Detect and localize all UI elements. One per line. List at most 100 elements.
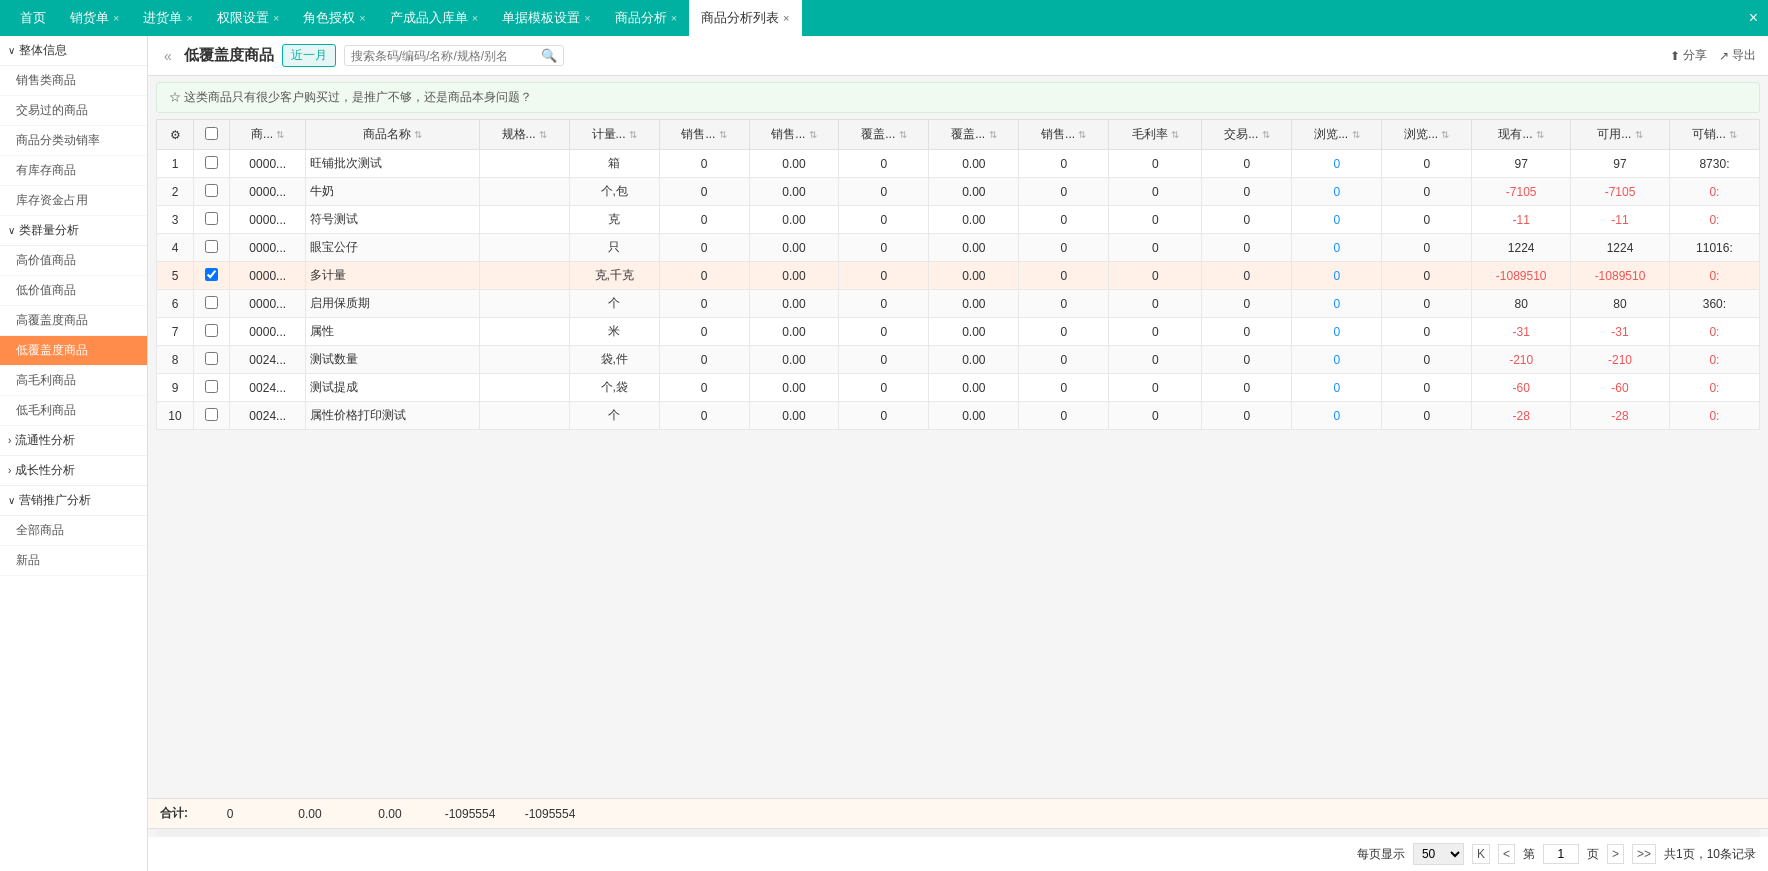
row-checkbox[interactable] xyxy=(194,206,230,234)
th-settings[interactable]: ⚙ xyxy=(157,120,194,150)
row-browse1[interactable]: 0 xyxy=(1292,234,1382,262)
row-cov2: 0.00 xyxy=(929,346,1019,374)
sidebar-section-marketing[interactable]: ∨ 营销推广分析 xyxy=(0,486,147,516)
th-sales-days[interactable]: 销售... ⇅ xyxy=(1019,120,1109,150)
sidebar-item-stock-capital[interactable]: 库存资金占用 xyxy=(0,186,147,216)
row-browse1[interactable]: 0 xyxy=(1292,206,1382,234)
th-name[interactable]: 商品名称 ⇅ xyxy=(306,120,480,150)
sidebar-item-traded-goods[interactable]: 交易过的商品 xyxy=(0,96,147,126)
sidebar-item-stock-goods[interactable]: 有库存商品 xyxy=(0,156,147,186)
sidebar-item-sales-goods[interactable]: 销售类商品 xyxy=(0,66,147,96)
th-trade[interactable]: 交易... ⇅ xyxy=(1202,120,1292,150)
prev-page-btn[interactable]: < xyxy=(1498,844,1515,864)
sidebar-section-growth[interactable]: › 成长性分析 xyxy=(0,456,147,486)
th-sales-qty[interactable]: 销售... ⇅ xyxy=(659,120,749,150)
nav-tab-template[interactable]: 单据模板设置 × xyxy=(490,0,602,36)
table-container[interactable]: ⚙ 商... ⇅ 商品名称 ⇅ 规格... ⇅ 计量... ⇅ 销售... ⇅ … xyxy=(148,119,1768,798)
close-permissions-tab[interactable]: × xyxy=(273,12,279,24)
th-checkbox[interactable] xyxy=(194,120,230,150)
row-checkbox[interactable] xyxy=(194,262,230,290)
row-checkbox[interactable] xyxy=(194,290,230,318)
period-button[interactable]: 近一月 xyxy=(282,44,336,67)
row-browse1[interactable]: 0 xyxy=(1292,178,1382,206)
nav-tab-analysis-list[interactable]: 商品分析列表 × xyxy=(689,0,801,36)
th-available[interactable]: 可用... ⇅ xyxy=(1571,120,1670,150)
row-checkbox[interactable] xyxy=(194,318,230,346)
row-browse1[interactable]: 0 xyxy=(1292,290,1382,318)
page-size-select[interactable]: 50 100 200 xyxy=(1413,843,1464,865)
row-browse1[interactable]: 0 xyxy=(1292,262,1382,290)
row-checkbox[interactable] xyxy=(194,346,230,374)
nav-tab-roles[interactable]: 角色授权 × xyxy=(291,0,377,36)
sidebar-section-marketing-arrow: ∨ xyxy=(8,495,15,506)
th-browse2[interactable]: 浏览... ⇅ xyxy=(1382,120,1472,150)
row-browse1[interactable]: 0 xyxy=(1292,150,1382,178)
sidebar-item-all-goods[interactable]: 全部商品 xyxy=(0,516,147,546)
row-browse1[interactable]: 0 xyxy=(1292,402,1382,430)
row-checkbox[interactable] xyxy=(194,374,230,402)
nav-tab-permissions[interactable]: 权限设置 × xyxy=(205,0,291,36)
close-analysis-list-tab[interactable]: × xyxy=(783,12,789,24)
sidebar-item-high-value[interactable]: 高价值商品 xyxy=(0,246,147,276)
row-browse1[interactable]: 0 xyxy=(1292,346,1382,374)
sidebar-item-category-rate[interactable]: 商品分类动销率 xyxy=(0,126,147,156)
sidebar-section-cluster[interactable]: ∨ 类群量分析 xyxy=(0,216,147,246)
sidebar-section-circulation[interactable]: › 流通性分析 xyxy=(0,426,147,456)
row-sales-amt: 0.00 xyxy=(749,178,839,206)
close-template-tab[interactable]: × xyxy=(584,12,590,24)
row-code: 0000... xyxy=(230,206,306,234)
last-page-btn[interactable]: >> xyxy=(1632,844,1656,864)
th-coverage1[interactable]: 覆盖... ⇅ xyxy=(839,120,929,150)
row-sales-qty: 0 xyxy=(659,346,749,374)
nav-tab-home[interactable]: 首页 xyxy=(8,0,58,36)
row-checkbox[interactable] xyxy=(194,150,230,178)
sidebar-item-low-value[interactable]: 低价值商品 xyxy=(0,276,147,306)
row-checkbox[interactable] xyxy=(194,178,230,206)
row-browse1[interactable]: 0 xyxy=(1292,318,1382,346)
close-sales-tab[interactable]: × xyxy=(113,12,119,24)
nav-tab-purchase[interactable]: 进货单 × xyxy=(131,0,204,36)
close-analysis-tab[interactable]: × xyxy=(671,12,677,24)
export-button[interactable]: ↗ 导出 xyxy=(1719,47,1756,64)
th-sales-amt[interactable]: 销售... ⇅ xyxy=(749,120,839,150)
select-all-checkbox[interactable] xyxy=(205,127,218,140)
row-browse1[interactable]: 0 xyxy=(1292,374,1382,402)
page-input[interactable] xyxy=(1543,844,1579,864)
close-all-tabs[interactable]: × xyxy=(1749,9,1758,27)
sidebar-item-new-goods[interactable]: 新品 xyxy=(0,546,147,576)
row-code: 0000... xyxy=(230,178,306,206)
collapse-sidebar-btn[interactable]: « xyxy=(160,48,176,64)
row-browse2: 0 xyxy=(1382,262,1472,290)
row-no: 6 xyxy=(157,290,194,318)
search-input[interactable] xyxy=(351,49,541,63)
nav-tab-analysis[interactable]: 商品分析 × xyxy=(603,0,689,36)
share-button[interactable]: ⬆ 分享 xyxy=(1670,47,1707,64)
row-unit: 克 xyxy=(569,206,659,234)
nav-tab-sales[interactable]: 销货单 × xyxy=(58,0,131,36)
next-page-btn[interactable]: > xyxy=(1607,844,1624,864)
th-code[interactable]: 商... ⇅ xyxy=(230,120,306,150)
row-current: 80 xyxy=(1472,290,1571,318)
th-coverage2[interactable]: 覆盖... ⇅ xyxy=(929,120,1019,150)
th-margin[interactable]: 毛利率 ⇅ xyxy=(1109,120,1202,150)
close-production-tab[interactable]: × xyxy=(472,12,478,24)
row-checkbox[interactable] xyxy=(194,402,230,430)
th-spec[interactable]: 规格... ⇅ xyxy=(479,120,569,150)
row-checkbox[interactable] xyxy=(194,234,230,262)
th-current-stock[interactable]: 现有... ⇅ xyxy=(1472,120,1571,150)
th-browse1[interactable]: 浏览... ⇅ xyxy=(1292,120,1382,150)
th-saleable[interactable]: 可销... ⇅ xyxy=(1669,120,1759,150)
first-page-btn[interactable]: K xyxy=(1472,844,1490,864)
row-saleable: 0: xyxy=(1669,206,1759,234)
sidebar-item-low-margin[interactable]: 低毛利商品 xyxy=(0,396,147,426)
nav-tab-production[interactable]: 产成品入库单 × xyxy=(378,0,490,36)
row-saleable: 0: xyxy=(1669,178,1759,206)
horizontal-scrollbar[interactable] xyxy=(156,829,1760,837)
close-purchase-tab[interactable]: × xyxy=(186,12,192,24)
close-roles-tab[interactable]: × xyxy=(359,12,365,24)
sidebar-item-high-coverage[interactable]: 高覆盖度商品 xyxy=(0,306,147,336)
sidebar-item-high-margin[interactable]: 高毛利商品 xyxy=(0,366,147,396)
sidebar-item-low-coverage[interactable]: 低覆盖度商品 xyxy=(0,336,147,366)
th-unit[interactable]: 计量... ⇅ xyxy=(569,120,659,150)
sidebar-section-general[interactable]: ∨ 整体信息 xyxy=(0,36,147,66)
